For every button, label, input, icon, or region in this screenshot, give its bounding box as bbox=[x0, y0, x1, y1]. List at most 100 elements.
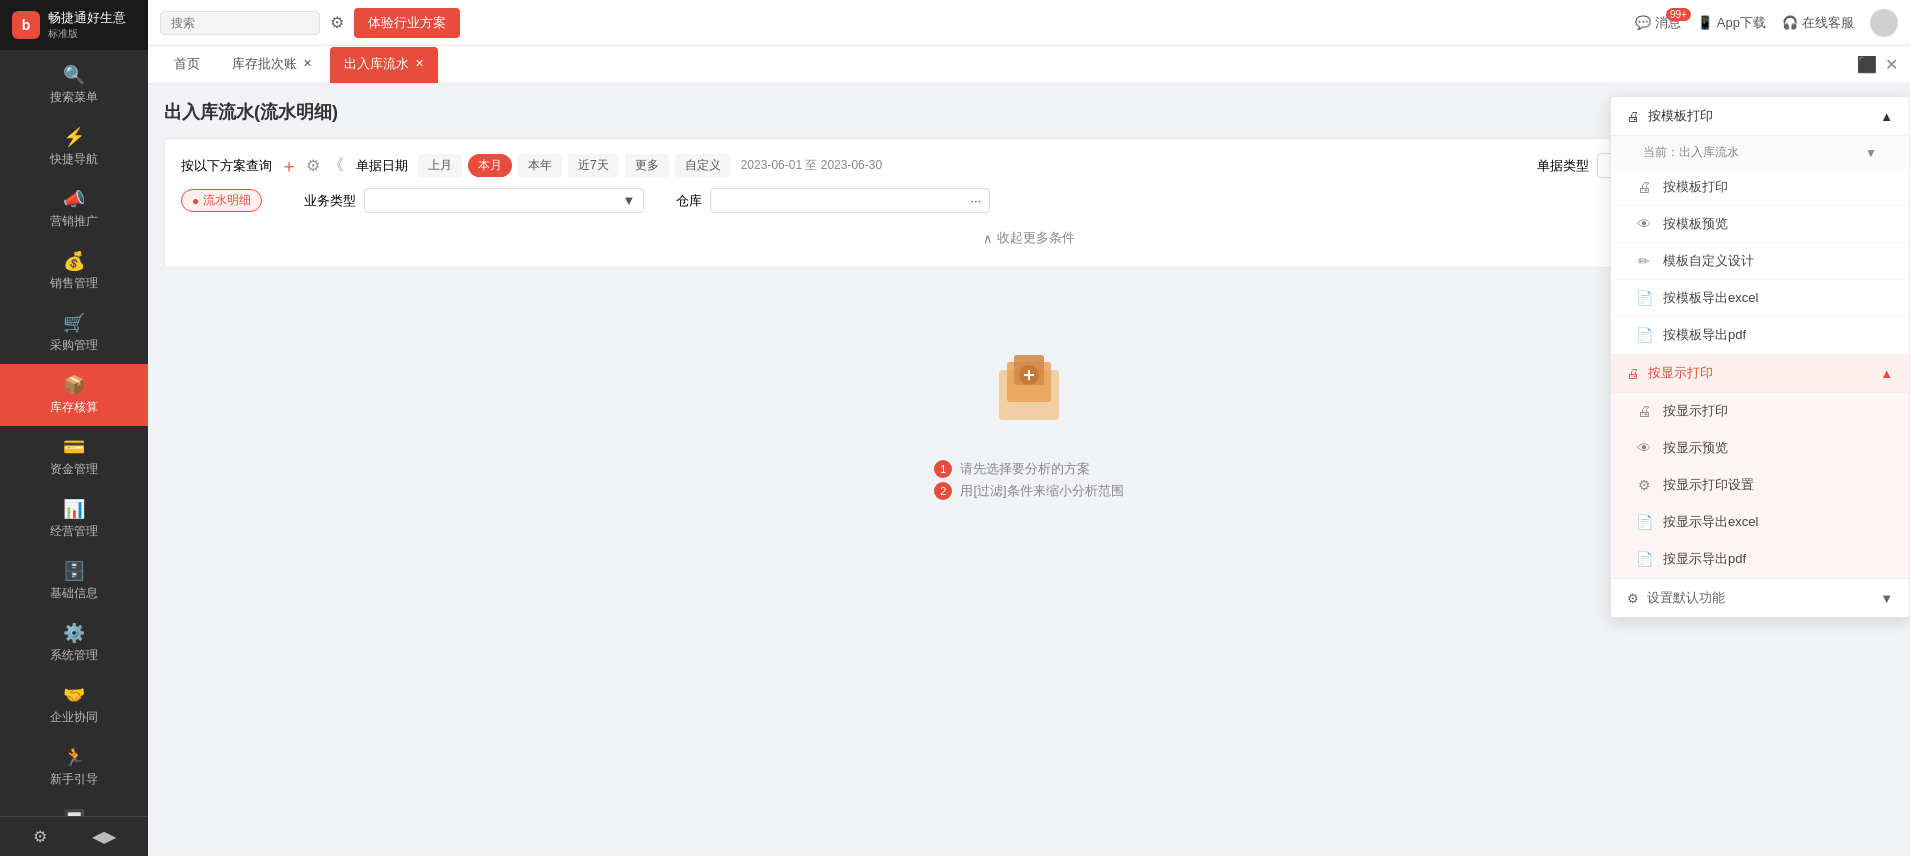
dp-template-chevron-up: ▲ bbox=[1880, 109, 1893, 124]
date-tag-custom[interactable]: 自定义 bbox=[675, 154, 731, 177]
phone-icon: 📱 bbox=[1697, 15, 1713, 30]
dp-template-print-item[interactable]: 🖨 按模板打印 bbox=[1611, 169, 1909, 206]
sidebar-settings-button[interactable]: ⚙ bbox=[33, 827, 47, 846]
message-badge[interactable]: 💬 消息 99+ bbox=[1635, 14, 1681, 32]
inventory-icon: 📦 bbox=[63, 374, 85, 396]
template-pdf-label: 按模板导出pdf bbox=[1663, 326, 1746, 344]
app-download[interactable]: 📱 App下载 bbox=[1697, 14, 1766, 32]
app-download-label: App下载 bbox=[1717, 14, 1766, 32]
tab-flow[interactable]: 出入库流水 ✕ bbox=[330, 47, 438, 83]
sidebar-footer: ⚙ ◀▶ bbox=[0, 816, 148, 856]
date-tag-7days[interactable]: 近7天 bbox=[568, 154, 619, 177]
tab-home[interactable]: 首页 bbox=[160, 47, 214, 83]
tab-batch[interactable]: 库存批次账 ✕ bbox=[218, 47, 326, 83]
date-tag-this-year[interactable]: 本年 bbox=[518, 154, 562, 177]
sidebar-item-basic[interactable]: 🗄️ 基础信息 bbox=[0, 550, 148, 612]
set-default-chevron: ▼ bbox=[1880, 591, 1893, 606]
empty-steps: 1 请先选择要分析的方案 2 用[过滤]条件来缩小分析范围 bbox=[934, 456, 1123, 504]
restore-icon[interactable]: ⬛ bbox=[1857, 55, 1877, 74]
finance-icon: 💳 bbox=[63, 436, 85, 458]
current-chevron: ▼ bbox=[1865, 146, 1877, 160]
topbar: ⚙ 体验行业方案 💬 消息 99+ 📱 App下载 🎧 在线客服 bbox=[148, 0, 1910, 46]
sidebar-item-shortcut-label: 快捷导航 bbox=[50, 151, 98, 168]
dp-display-settings-item[interactable]: ⚙ 按显示打印设置 bbox=[1611, 467, 1909, 504]
dp-display-print-item[interactable]: 🖨 按显示打印 bbox=[1611, 393, 1909, 430]
industry-button[interactable]: 体验行业方案 bbox=[354, 8, 460, 38]
sidebar-item-search-label: 搜索菜单 bbox=[50, 89, 98, 106]
dp-set-default[interactable]: ⚙ 设置默认功能 ▼ bbox=[1611, 578, 1909, 617]
active-filter-icon: ● bbox=[192, 194, 199, 208]
step-1-num: 1 bbox=[934, 460, 952, 478]
filter-add-button[interactable]: ＋ bbox=[280, 154, 298, 178]
shortcut-icon: ⚡ bbox=[63, 126, 85, 148]
topbar-right: 💬 消息 99+ 📱 App下载 🎧 在线客服 bbox=[1635, 9, 1898, 37]
tab-flow-close[interactable]: ✕ bbox=[415, 57, 424, 70]
dp-template-preview-item[interactable]: 👁 按模板预览 bbox=[1611, 206, 1909, 243]
business-type-select[interactable]: ▼ bbox=[364, 188, 644, 213]
display-excel-icon: 📄 bbox=[1635, 514, 1653, 530]
gear-icon[interactable]: ⚙ bbox=[330, 13, 344, 32]
basic-icon: 🗄️ bbox=[63, 560, 85, 582]
sidebar-item-guide[interactable]: 🏃 新手引导 bbox=[0, 736, 148, 798]
doc-type-label: 单据类型 bbox=[1537, 157, 1589, 175]
date-tag-this-month[interactable]: 本月 bbox=[468, 154, 512, 177]
customer-service[interactable]: 🎧 在线客服 bbox=[1782, 14, 1854, 32]
sidebar-item-shortcut[interactable]: ⚡ 快捷导航 bbox=[0, 116, 148, 178]
sidebar-item-finance[interactable]: 💳 资金管理 bbox=[0, 426, 148, 488]
sidebar-item-search[interactable]: 🔍 搜索菜单 bbox=[0, 54, 148, 116]
sidebar-item-marketing[interactable]: 📣 营销推广 bbox=[0, 178, 148, 240]
tab-batch-close[interactable]: ✕ bbox=[303, 57, 312, 70]
sidebar-item-purchase[interactable]: 🛒 采购管理 bbox=[0, 302, 148, 364]
guide-icon: 🏃 bbox=[63, 746, 85, 768]
dropdown-panel: 🖨 按模板打印 ▲ 当前：出入库流水 ▼ 🖨 按模板打印 👁 按模板预览 ✏ 模… bbox=[1610, 96, 1910, 618]
date-tag-more[interactable]: 更多 bbox=[625, 154, 669, 177]
logo-sub: 标准版 bbox=[48, 27, 126, 41]
template-pdf-icon: 📄 bbox=[1635, 327, 1653, 343]
sidebar-collapse-button[interactable]: ◀▶ bbox=[92, 827, 116, 846]
filter-scheme-label: 按以下方案查询 ＋ ⚙ 《 bbox=[181, 154, 344, 178]
search-input[interactable] bbox=[160, 11, 320, 35]
sidebar-item-system[interactable]: ⚙️ 系统管理 bbox=[0, 612, 148, 674]
display-preview-label: 按显示预览 bbox=[1663, 439, 1728, 457]
sidebar-item-apps[interactable]: 🔲 应用中心 bbox=[0, 798, 148, 816]
dp-display-print-header[interactable]: 🖨 按显示打印 ▲ bbox=[1611, 354, 1909, 393]
system-icon: ⚙️ bbox=[63, 622, 85, 644]
display-settings-icon: ⚙ bbox=[1635, 477, 1653, 493]
active-filter-tag[interactable]: ● 流水明细 bbox=[181, 189, 262, 212]
logo-icon: b bbox=[12, 11, 40, 39]
filter-collapse-button[interactable]: 《 bbox=[328, 155, 344, 176]
sidebar-item-system-label: 系统管理 bbox=[50, 647, 98, 664]
printer-icon: 🖨 bbox=[1627, 109, 1640, 124]
dp-template-custom-item[interactable]: ✏ 模板自定义设计 bbox=[1611, 243, 1909, 280]
warehouse-more[interactable]: ··· bbox=[970, 193, 981, 208]
sidebar-item-purchase-label: 采购管理 bbox=[50, 337, 98, 354]
sidebar-item-basic-label: 基础信息 bbox=[50, 585, 98, 602]
set-default-icon: ⚙ bbox=[1627, 591, 1639, 606]
dp-display-preview-item[interactable]: 👁 按显示预览 bbox=[1611, 430, 1909, 467]
display-preview-icon: 👁 bbox=[1635, 440, 1653, 456]
business-type-label: 业务类型 bbox=[304, 192, 356, 210]
sidebar-item-collab[interactable]: 🤝 企业协同 bbox=[0, 674, 148, 736]
empty-step-1: 1 请先选择要分析的方案 bbox=[934, 460, 1123, 478]
date-tag-last-month[interactable]: 上月 bbox=[418, 154, 462, 177]
sidebar: b 畅捷通好生意 标准版 🔍 搜索菜单 ⚡ 快捷导航 📣 营销推广 💰 销售管理… bbox=[0, 0, 148, 856]
filter-settings-button[interactable]: ⚙ bbox=[306, 156, 320, 175]
tab-restore: ⬛ ✕ bbox=[1857, 55, 1898, 74]
sidebar-item-sales[interactable]: 💰 销售管理 bbox=[0, 240, 148, 302]
sidebar-item-inventory[interactable]: 📦 库存核算 bbox=[0, 364, 148, 426]
dp-template-print-header[interactable]: 🖨 按模板打印 ▲ bbox=[1611, 97, 1909, 136]
dp-template-pdf-item[interactable]: 📄 按模板导出pdf bbox=[1611, 317, 1909, 354]
sales-icon: 💰 bbox=[63, 250, 85, 272]
dp-display-pdf-item[interactable]: 📄 按显示导出pdf bbox=[1611, 541, 1909, 578]
display-excel-label: 按显示导出excel bbox=[1663, 513, 1758, 531]
headphone-icon: 🎧 bbox=[1782, 15, 1798, 30]
warehouse-select[interactable]: ··· bbox=[710, 188, 990, 213]
avatar[interactable] bbox=[1870, 9, 1898, 37]
marketing-icon: 📣 bbox=[63, 188, 85, 210]
dp-template-excel-item[interactable]: 📄 按模板导出excel bbox=[1611, 280, 1909, 317]
template-excel-label: 按模板导出excel bbox=[1663, 289, 1758, 307]
dp-display-excel-item[interactable]: 📄 按显示导出excel bbox=[1611, 504, 1909, 541]
close-icon[interactable]: ✕ bbox=[1885, 55, 1898, 74]
sidebar-item-inventory-label: 库存核算 bbox=[50, 399, 98, 416]
sidebar-item-operation[interactable]: 📊 经营管理 bbox=[0, 488, 148, 550]
